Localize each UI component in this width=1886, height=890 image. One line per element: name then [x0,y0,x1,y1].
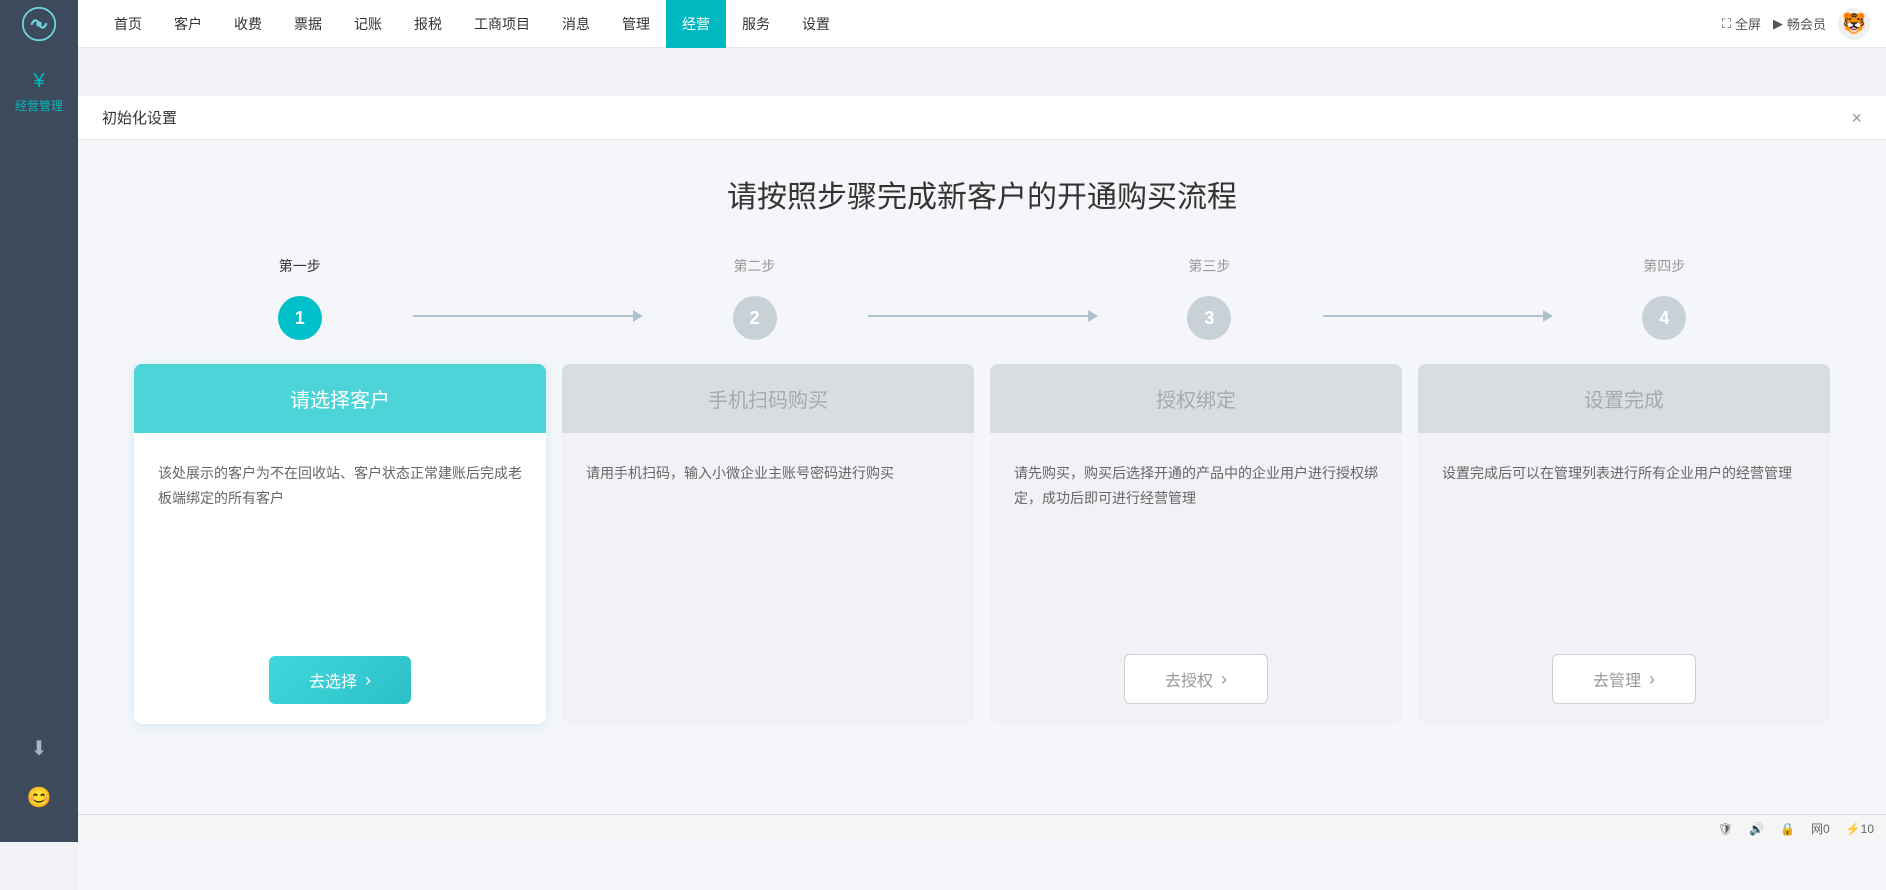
step-arrow-2-head [1088,310,1098,322]
user-avatar[interactable]: 🐯 [1838,8,1870,40]
card2-body: 请用手机扫码，输入小微企业主账号密码进行购买 [562,433,974,684]
step-card-2: 手机扫码购买 请用手机扫码，输入小微企业主账号密码进行购买 [562,364,974,724]
volume-icon: 🔊 [1749,822,1764,836]
main-wrapper: 初始化设置 × 请按照步骤完成新客户的开通购买流程 第一步 1 第二步 2 [78,96,1886,890]
close-button[interactable]: × [1851,109,1862,127]
vip-icon: ▶ [1773,16,1783,32]
step3-circle: 3 [1187,296,1231,340]
step-node-3: 第三步 3 [1096,256,1323,340]
step-card-3: 授权绑定 请先购买，购买后选择开通的产品中的企业用户进行授权绑定，成功后即可进行… [990,364,1402,724]
step-arrow-3-head [1543,310,1553,322]
fullscreen-icon: ⛶ [1722,16,1731,32]
nav-tax[interactable]: 报税 [398,0,458,48]
support-icon: 😊 [27,785,52,810]
top-navigation: 首页 客户 收费 票据 记账 报税 工商项目 消息 管理 经营 服务 设置 ⛶ … [0,0,1886,48]
btn1-arrow: › [365,670,371,691]
nav-invoice[interactable]: 票据 [278,0,338,48]
app-logo [0,0,78,48]
page-title: 初始化设置 [102,107,177,128]
shield-icon: 🛡 [1718,822,1733,836]
battery-icon: ⚡10 [1846,822,1874,836]
step4-circle: 4 [1642,296,1686,340]
vip-button[interactable]: ▶ 畅会员 [1773,14,1826,33]
nav-bizitem[interactable]: 工商项目 [458,0,546,48]
card2-footer [562,684,974,724]
nav-message[interactable]: 消息 [546,0,606,48]
step-arrow-1 [413,315,640,317]
status-bar: ▶ 完成 🛡 🔊 🔒 网0 ⚡10 [0,814,1886,842]
download-icon: ⬇ [31,736,48,761]
go-auth-button[interactable]: 去授权 › [1124,654,1268,704]
nav-settings[interactable]: 设置 [786,0,846,48]
card3-footer: 去授权 › [990,634,1402,724]
operation-icon: ¥ [33,70,44,93]
nav-operation[interactable]: 经营 [666,0,726,48]
go-select-button[interactable]: 去选择 › [269,656,411,704]
step-card-4: 设置完成 设置完成后可以在管理列表进行所有企业用户的经营管理 去管理 › [1418,364,1830,724]
step-node-1: 第一步 1 [186,256,413,340]
step-arrow-3 [1323,315,1550,317]
step-arrow-1-head [633,310,643,322]
sidebar-bottom: ⬇ 😊 [27,724,52,842]
card4-body: 设置完成后可以在管理列表进行所有企业用户的经营管理 [1418,433,1830,634]
btn4-arrow: › [1649,669,1655,690]
card4-header: 设置完成 [1418,364,1830,433]
nav-manage[interactable]: 管理 [606,0,666,48]
card1-body: 该处展示的客户为不在回收站、客户状态正常建账后完成老板端绑定的所有客户 [134,433,546,636]
content-area: 请按照步骤完成新客户的开通购买流程 第一步 1 第二步 2 [78,140,1886,890]
btn3-arrow: › [1221,669,1227,690]
card2-header: 手机扫码购买 [562,364,974,433]
step1-label: 第一步 [279,256,321,276]
step-node-4: 第四步 4 [1551,256,1778,340]
step-arrow-2 [868,315,1095,317]
fullscreen-button[interactable]: ⛶ 全屏 [1722,14,1761,33]
card1-header: 请选择客户 [134,364,546,433]
go-manage-button[interactable]: 去管理 › [1552,654,1696,704]
card3-body: 请先购买，购买后选择开通的产品中的企业用户进行授权绑定，成功后即可进行经营管理 [990,433,1402,634]
sidebar: ¥ 经营管理 ⬇ 😊 [0,48,78,842]
steps-indicator: 第一步 1 第二步 2 第三步 3 [126,256,1838,340]
nav-fees[interactable]: 收费 [218,0,278,48]
nav-home[interactable]: 首页 [98,0,158,48]
lock-icon: 🔒 [1780,822,1795,836]
status-right: 🛡 🔊 🔒 网0 ⚡10 [1718,820,1874,837]
step2-circle: 2 [733,296,777,340]
sidebar-item-operation[interactable]: ¥ 经营管理 [0,58,78,126]
step4-label: 第四步 [1643,256,1685,276]
nav-service[interactable]: 服务 [726,0,786,48]
card1-footer: 去选择 › [134,636,546,724]
step-node-2: 第二步 2 [641,256,868,340]
step2-label: 第二步 [734,256,776,276]
sidebar-download[interactable]: ⬇ [27,724,52,773]
card4-footer: 去管理 › [1418,634,1830,724]
sidebar-support[interactable]: 😊 [27,773,52,822]
main-heading: 请按照步骤完成新客户的开通购买流程 [126,172,1838,216]
nav-customer[interactable]: 客户 [158,0,218,48]
nav-accounting[interactable]: 记账 [338,0,398,48]
step1-circle: 1 [278,296,322,340]
step3-label: 第三步 [1188,256,1230,276]
step-card-1: 请选择客户 该处展示的客户为不在回收站、客户状态正常建账后完成老板端绑定的所有客… [134,364,546,724]
page-header: 初始化设置 × [78,96,1886,140]
card3-header: 授权绑定 [990,364,1402,433]
network-status: 网0 [1811,820,1830,837]
cards-row: 请选择客户 该处展示的客户为不在回收站、客户状态正常建账后完成老板端绑定的所有客… [126,364,1838,724]
